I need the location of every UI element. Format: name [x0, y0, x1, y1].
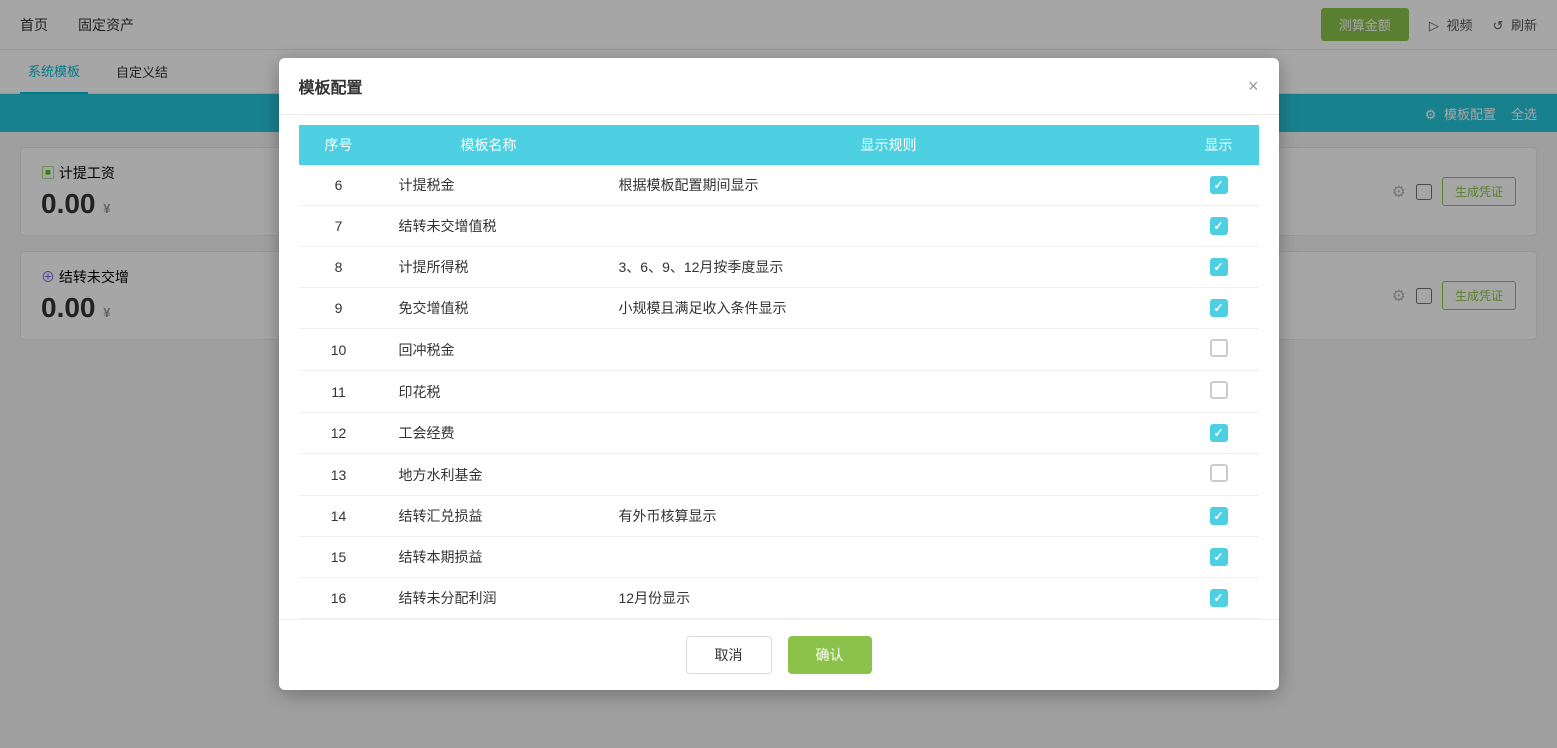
- row-check-15[interactable]: [1179, 537, 1259, 578]
- row-check-11[interactable]: [1179, 371, 1259, 413]
- row-id-6: 6: [299, 165, 379, 206]
- row-id-13: 13: [299, 454, 379, 496]
- checkbox-10[interactable]: [1210, 339, 1228, 357]
- checkbox-11[interactable]: [1210, 381, 1228, 399]
- config-table: 序号 模板名称 显示规则 显示 6计提税金根据模板配置期间显示7结转未交增值税8…: [299, 125, 1259, 619]
- row-id-10: 10: [299, 329, 379, 371]
- row-id-14: 14: [299, 496, 379, 537]
- row-name-9: 免交增值税: [379, 288, 599, 329]
- modal-footer: 取消 确认: [279, 619, 1279, 690]
- row-name-14: 结转汇兑损益: [379, 496, 599, 537]
- row-name-7: 结转未交增值税: [379, 206, 599, 247]
- table-row: 11印花税: [299, 371, 1259, 413]
- row-check-9[interactable]: [1179, 288, 1259, 329]
- modal-header: 模板配置 ×: [279, 58, 1279, 115]
- row-rule-10: [599, 329, 1179, 371]
- table-row: 14结转汇兑损益有外币核算显示: [299, 496, 1259, 537]
- checkbox-16[interactable]: [1210, 589, 1228, 607]
- row-check-7[interactable]: [1179, 206, 1259, 247]
- row-rule-16: 12月份显示: [599, 578, 1179, 619]
- row-rule-12: [599, 413, 1179, 454]
- checkbox-12[interactable]: [1210, 424, 1228, 442]
- cancel-button[interactable]: 取消: [686, 636, 772, 674]
- row-id-9: 9: [299, 288, 379, 329]
- checkbox-13[interactable]: [1210, 464, 1228, 482]
- row-id-16: 16: [299, 578, 379, 619]
- row-rule-14: 有外币核算显示: [599, 496, 1179, 537]
- row-name-10: 回冲税金: [379, 329, 599, 371]
- row-name-15: 结转本期损益: [379, 537, 599, 578]
- row-id-11: 11: [299, 371, 379, 413]
- table-body: 6计提税金根据模板配置期间显示7结转未交增值税8计提所得税3、6、9、12月按季…: [299, 165, 1259, 619]
- row-id-8: 8: [299, 247, 379, 288]
- modal-overlay: 模板配置 × 序号 模板名称 显示规则 显示 6计提税金根据模板配置期间显示7结…: [0, 0, 1557, 748]
- table-row: 7结转未交增值税: [299, 206, 1259, 247]
- row-check-12[interactable]: [1179, 413, 1259, 454]
- row-check-13[interactable]: [1179, 454, 1259, 496]
- row-id-12: 12: [299, 413, 379, 454]
- table-header-row: 序号 模板名称 显示规则 显示: [299, 125, 1259, 165]
- col-header-rule: 显示规则: [599, 125, 1179, 165]
- row-check-8[interactable]: [1179, 247, 1259, 288]
- checkbox-7[interactable]: [1210, 217, 1228, 235]
- row-name-8: 计提所得税: [379, 247, 599, 288]
- modal-close-button[interactable]: ×: [1248, 77, 1259, 95]
- table-row: 15结转本期损益: [299, 537, 1259, 578]
- modal-title: 模板配置: [299, 74, 363, 98]
- confirm-button[interactable]: 确认: [788, 636, 872, 674]
- row-rule-9: 小规模且满足收入条件显示: [599, 288, 1179, 329]
- checkbox-14[interactable]: [1210, 507, 1228, 525]
- row-rule-13: [599, 454, 1179, 496]
- row-id-7: 7: [299, 206, 379, 247]
- row-id-15: 15: [299, 537, 379, 578]
- row-rule-7: [599, 206, 1179, 247]
- checkbox-6[interactable]: [1210, 176, 1228, 194]
- table-row: 13地方水利基金: [299, 454, 1259, 496]
- checkbox-9[interactable]: [1210, 299, 1228, 317]
- col-header-display: 显示: [1179, 125, 1259, 165]
- col-header-id: 序号: [299, 125, 379, 165]
- row-rule-15: [599, 537, 1179, 578]
- row-check-16[interactable]: [1179, 578, 1259, 619]
- checkbox-15[interactable]: [1210, 548, 1228, 566]
- row-rule-8: 3、6、9、12月按季度显示: [599, 247, 1179, 288]
- modal-dialog: 模板配置 × 序号 模板名称 显示规则 显示 6计提税金根据模板配置期间显示7结…: [279, 58, 1279, 690]
- table-row: 12工会经费: [299, 413, 1259, 454]
- table-row: 16结转未分配利润12月份显示: [299, 578, 1259, 619]
- modal-body: 序号 模板名称 显示规则 显示 6计提税金根据模板配置期间显示7结转未交增值税8…: [279, 115, 1279, 619]
- row-name-16: 结转未分配利润: [379, 578, 599, 619]
- col-header-name: 模板名称: [379, 125, 599, 165]
- row-check-14[interactable]: [1179, 496, 1259, 537]
- row-check-6[interactable]: [1179, 165, 1259, 206]
- table-row: 8计提所得税3、6、9、12月按季度显示: [299, 247, 1259, 288]
- row-name-12: 工会经费: [379, 413, 599, 454]
- row-rule-6: 根据模板配置期间显示: [599, 165, 1179, 206]
- row-name-13: 地方水利基金: [379, 454, 599, 496]
- row-check-10[interactable]: [1179, 329, 1259, 371]
- checkbox-8[interactable]: [1210, 258, 1228, 276]
- row-name-11: 印花税: [379, 371, 599, 413]
- table-row: 9免交增值税小规模且满足收入条件显示: [299, 288, 1259, 329]
- table-row: 10回冲税金: [299, 329, 1259, 371]
- row-name-6: 计提税金: [379, 165, 599, 206]
- row-rule-11: [599, 371, 1179, 413]
- table-row: 6计提税金根据模板配置期间显示: [299, 165, 1259, 206]
